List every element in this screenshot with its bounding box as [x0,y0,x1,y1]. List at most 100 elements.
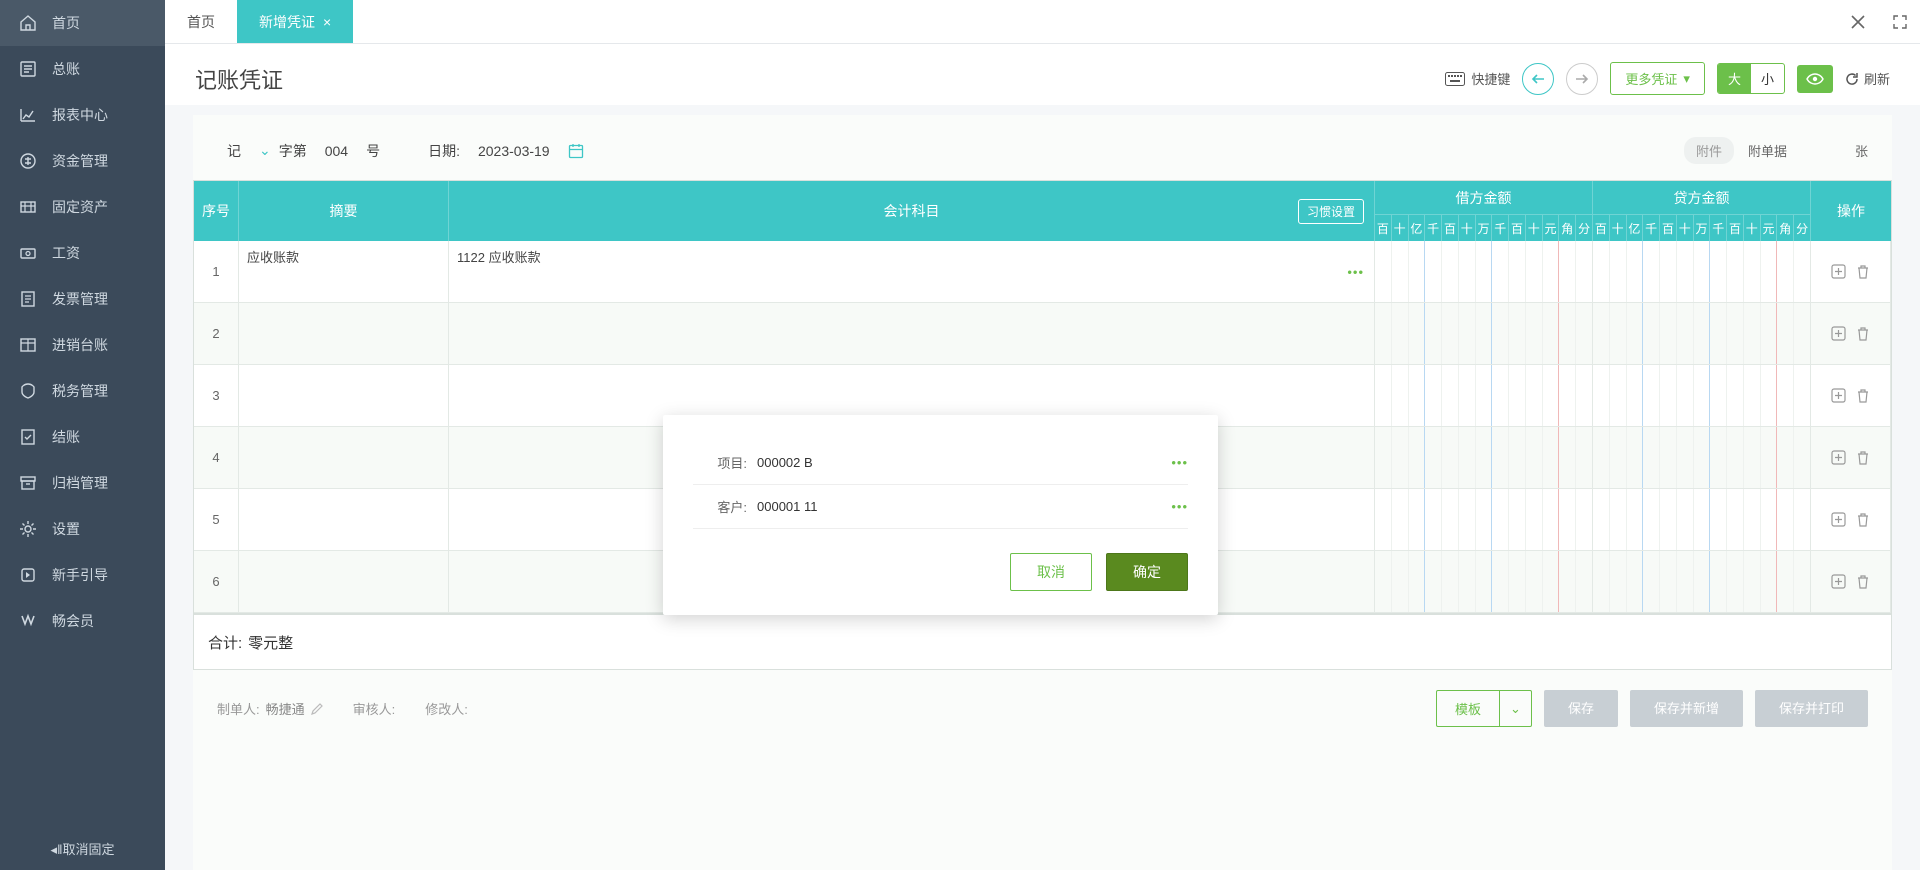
row-no: 4 [194,427,239,488]
sidebar-item-fund[interactable]: 资金管理 [0,138,165,184]
amount-cell[interactable] [1593,241,1811,302]
amount-cell[interactable] [1593,427,1811,488]
summary-cell[interactable]: 应收账款 [239,241,449,302]
voucher-meta: 记 ⌄ 字第 004 号 日期: 2023-03-19 附件 附单据 张 [193,115,1892,180]
chevron-down-icon[interactable]: ⌄ [1499,691,1531,726]
delete-row-icon[interactable] [1856,574,1870,589]
summary-cell[interactable] [239,303,449,364]
sidebar-item-home[interactable]: 首页 [0,0,165,46]
ops-cell [1811,551,1891,612]
more-icon[interactable]: ••• [1347,264,1364,279]
add-row-icon[interactable] [1831,388,1846,403]
amount-cell[interactable] [1593,551,1811,612]
size-big-button[interactable]: 大 [1718,64,1751,93]
sidebar-item-close[interactable]: 结账 [0,414,165,460]
visibility-button[interactable] [1797,65,1833,93]
table-row: 2 [194,303,1891,365]
sidebar-item-archive[interactable]: 归档管理 [0,460,165,506]
sidebar-item-invoice[interactable]: 发票管理 [0,276,165,322]
delete-row-icon[interactable] [1856,450,1870,465]
amount-cell[interactable] [1593,489,1811,550]
add-row-icon[interactable] [1831,450,1846,465]
next-button[interactable] [1566,63,1598,95]
amount-cell[interactable] [1375,551,1593,612]
delete-row-icon[interactable] [1856,512,1870,527]
sidebar-item-stock[interactable]: 进销台账 [0,322,165,368]
voucher-number[interactable]: 004 [315,141,358,161]
save-button[interactable]: 保存 [1544,690,1618,727]
unit-cell: 千 [1492,215,1509,241]
col-summary-header: 摘要 [239,181,449,241]
prev-button[interactable] [1522,63,1554,95]
sidebar-item-ledger[interactable]: 总账 [0,46,165,92]
chevron-down-icon[interactable]: ⌄ [259,142,271,159]
unit-cell: 千 [1643,215,1660,241]
sidebar-item-chart[interactable]: 报表中心 [0,92,165,138]
row-no: 2 [194,303,239,364]
sidebar-unpin[interactable]: ◂‖取消固定 [0,827,165,870]
amount-cell[interactable] [1593,303,1811,364]
add-row-icon[interactable] [1831,574,1846,589]
sidebar-item-label: 进销台账 [52,335,108,355]
field-value[interactable]: 000002 B [757,455,1171,470]
save-print-button[interactable]: 保存并打印 [1755,690,1868,727]
more-icon[interactable]: ••• [1171,455,1188,470]
sidebar-item-tax[interactable]: 税务管理 [0,368,165,414]
attachment-button[interactable]: 附件 [1684,137,1734,164]
delete-row-icon[interactable] [1856,264,1870,279]
close-icon[interactable]: × [323,14,331,30]
popup-field: 客户:000001 11••• [693,485,1188,529]
amount-cell[interactable] [1375,427,1593,488]
amount-cell[interactable] [1375,365,1593,426]
summary-cell[interactable] [239,489,449,550]
asset-icon [18,197,38,217]
sidebar-item-label: 总账 [52,59,80,79]
sidebar-item-guide[interactable]: 新手引导 [0,552,165,598]
amount-cell[interactable] [1593,365,1811,426]
delete-row-icon[interactable] [1856,326,1870,341]
shortcut-button[interactable]: 快捷键 [1445,69,1510,88]
window-close-icon[interactable] [1844,8,1872,36]
tab-new-voucher[interactable]: 新增凭证 × [237,0,353,43]
account-cell[interactable]: 1122 应收账款••• [449,241,1375,302]
summary-cell[interactable] [239,427,449,488]
habit-settings-button[interactable]: 习惯设置 [1298,199,1364,224]
ops-cell [1811,365,1891,426]
amount-cell[interactable] [1375,489,1593,550]
sidebar-item-gear[interactable]: 设置 [0,506,165,552]
confirm-button[interactable]: 确定 [1106,553,1188,591]
account-cell[interactable] [449,303,1375,364]
add-row-icon[interactable] [1831,326,1846,341]
more-vouchers-button[interactable]: 更多凭证 ▾ [1610,62,1705,95]
table-header: 序号 摘要 会计科目 习惯设置 借方金额 百十亿千百十万千百十元角分 贷方金额 … [194,181,1891,241]
fullscreen-icon[interactable] [1886,8,1914,36]
add-row-icon[interactable] [1831,264,1846,279]
calendar-icon[interactable] [568,143,584,159]
size-small-button[interactable]: 小 [1751,64,1784,93]
save-add-button[interactable]: 保存并新增 [1630,690,1743,727]
field-value[interactable]: 000001 11 [757,499,1171,514]
voucher-word[interactable]: 记 [217,139,251,163]
col-credit-header: 贷方金额 百十亿千百十万千百十元角分 [1593,181,1811,241]
unit-cell: 十 [1610,215,1627,241]
amount-cell[interactable] [1375,241,1593,302]
sidebar-item-label: 归档管理 [52,473,108,493]
delete-row-icon[interactable] [1856,388,1870,403]
sidebar-item-vip[interactable]: 畅会员 [0,598,165,644]
voucher-date[interactable]: 2023-03-19 [478,143,550,159]
summary-cell[interactable] [239,551,449,612]
amount-cell[interactable] [1375,303,1593,364]
sidebar-item-salary[interactable]: 工资 [0,230,165,276]
maker-label: 制单人: [217,699,260,718]
voucher-panel: 记 ⌄ 字第 004 号 日期: 2023-03-19 附件 附单据 张 [193,115,1892,870]
add-row-icon[interactable] [1831,512,1846,527]
summary-cell[interactable] [239,365,449,426]
edit-icon[interactable] [311,703,323,715]
more-icon[interactable]: ••• [1171,499,1188,514]
sidebar-item-asset[interactable]: 固定资产 [0,184,165,230]
template-button[interactable]: 模板 ⌄ [1436,690,1532,727]
refresh-button[interactable]: 刷新 [1845,69,1890,88]
cancel-button[interactable]: 取消 [1010,553,1092,591]
tab-home[interactable]: 首页 [165,0,237,43]
attachment-count-input[interactable] [1793,140,1849,162]
